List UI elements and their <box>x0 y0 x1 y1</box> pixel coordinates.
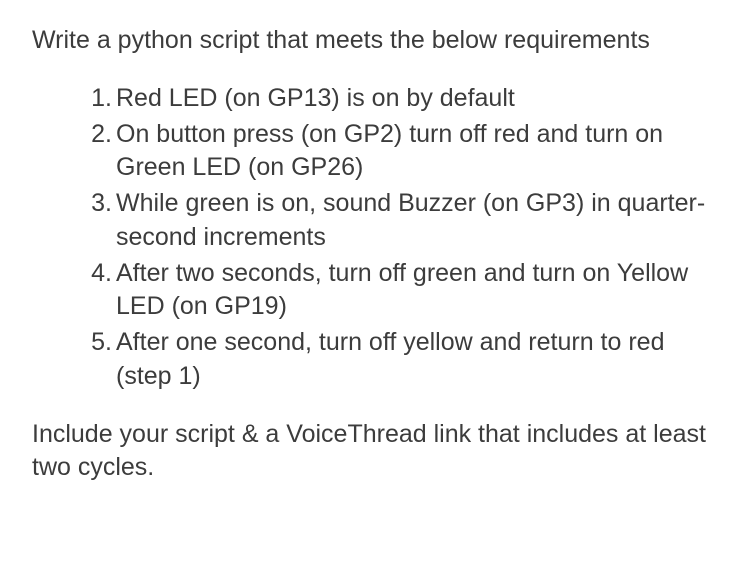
list-number: 1. <box>78 82 112 116</box>
list-text: After one second, turn off yellow and re… <box>116 328 664 390</box>
list-text: While green is on, sound Buzzer (on GP3)… <box>116 189 705 251</box>
list-item: 2. On button press (on GP2) turn off red… <box>78 118 721 186</box>
list-text: On button press (on GP2) turn off red an… <box>116 120 663 182</box>
list-number: 2. <box>78 118 112 152</box>
list-text: After two seconds, turn off green and tu… <box>116 259 688 321</box>
list-item: 1. Red LED (on GP13) is on by default <box>78 82 721 116</box>
list-item: 5. After one second, turn off yellow and… <box>78 326 721 394</box>
list-item: 3. While green is on, sound Buzzer (on G… <box>78 187 721 255</box>
outro-paragraph: Include your script & a VoiceThread link… <box>32 418 721 486</box>
list-number: 3. <box>78 187 112 221</box>
intro-paragraph: Write a python script that meets the bel… <box>32 24 721 58</box>
list-number: 4. <box>78 257 112 291</box>
list-text: Red LED (on GP13) is on by default <box>116 84 515 112</box>
list-item: 4. After two seconds, turn off green and… <box>78 257 721 325</box>
requirements-list: 1. Red LED (on GP13) is on by default 2.… <box>32 82 721 394</box>
list-number: 5. <box>78 326 112 360</box>
